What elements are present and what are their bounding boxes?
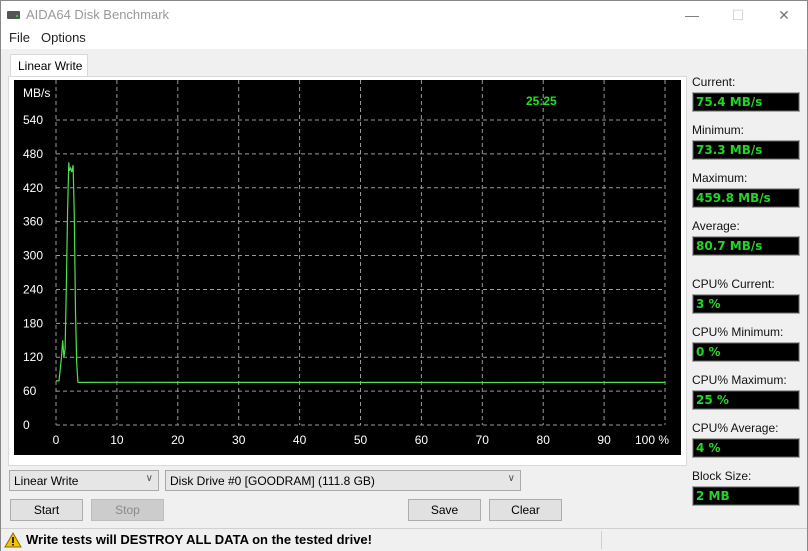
tab-label: Linear Write <box>18 59 83 73</box>
cpupct-minimum-label: CPU% Minimum: <box>692 325 784 339</box>
y-tick-label: 540 <box>23 113 43 127</box>
chevron-down-icon: ∨ <box>145 473 153 484</box>
save-button[interactable]: Save <box>408 499 481 521</box>
menu-bar: File Options <box>1 29 807 49</box>
cpupct-maximum-value-box: 25 % <box>692 390 800 410</box>
average-label: Average: <box>692 219 740 233</box>
y-tick-label: 0 <box>23 418 30 432</box>
chevron-down-icon: ∨ <box>507 473 515 484</box>
y-tick-label: 120 <box>23 350 43 364</box>
minimum-value: 73.3 MB/s <box>696 143 763 157</box>
drive-value: Disk Drive #0 [GOODRAM] (111.8 GB) <box>170 474 375 488</box>
y-axis-label: MB/s <box>23 86 50 100</box>
minimum-label: Minimum: <box>692 123 745 137</box>
drive-select[interactable]: Disk Drive #0 [GOODRAM] (111.8 GB) ∨ <box>165 470 521 491</box>
maximize-button[interactable]: ☐ <box>715 1 761 29</box>
status-bar: Write tests will DESTROY ALL DATA on the… <box>1 528 807 551</box>
destroy-data-warning: Write tests will DESTROY ALL DATA on the… <box>26 532 372 547</box>
maximum-value-box: 459.8 MB/s <box>692 188 800 208</box>
x-tick-label: 0 <box>53 433 60 447</box>
cpupct-current-value-box: 3 % <box>692 294 800 314</box>
maximum-label: Maximum: <box>692 171 748 185</box>
test-type-select[interactable]: Linear Write ∨ <box>9 470 159 491</box>
y-tick-label: 480 <box>23 147 43 161</box>
start-button[interactable]: Start <box>10 499 83 521</box>
cpupct-average-label: CPU% Average: <box>692 421 779 435</box>
x-tick-label: 80 <box>537 433 551 447</box>
minimize-button[interactable]: — <box>669 1 715 29</box>
cpupct-minimum-value: 0 % <box>696 345 721 359</box>
cpupct-average-value: 4 % <box>696 441 721 455</box>
aida64-disk-benchmark-window: AIDA64 Disk Benchmark — ☐ ✕ File Options… <box>0 0 808 551</box>
y-tick-label: 240 <box>23 282 43 296</box>
maximum-value: 459.8 MB/s <box>696 191 771 205</box>
minimum-value-box: 73.3 MB/s <box>692 140 800 160</box>
chart-svg: 0 60 120 180 240 300 360 420 480 540 0 10 20 30 40 50 6… <box>23 80 669 447</box>
tab-linear-write[interactable]: Linear Write <box>10 54 88 77</box>
x-tick-label: 70 <box>476 433 490 447</box>
y-tick-label: 180 <box>23 316 43 330</box>
cpupct-maximum-label: CPU% Maximum: <box>692 373 787 387</box>
x-tick-label: 40 <box>293 433 307 447</box>
x-tick-label: 50 <box>354 433 368 447</box>
menu-options[interactable]: Options <box>41 30 86 45</box>
window-title: AIDA64 Disk Benchmark <box>26 7 170 22</box>
cpupct-current-value: 3 % <box>696 297 721 311</box>
stop-button[interactable]: Stop <box>91 499 164 521</box>
menu-file[interactable]: File <box>9 30 30 45</box>
average-value-box: 80.7 MB/s <box>692 236 800 256</box>
x-tick-label: 60 <box>415 433 429 447</box>
x-tick-label: 10 <box>110 433 124 447</box>
elapsed-timer: 25:25 <box>526 94 557 108</box>
current-label: Current: <box>692 75 736 89</box>
current-value: 75.4 MB/s <box>696 95 763 109</box>
x-tick-label: 30 <box>232 433 246 447</box>
block-size-label: Block Size: <box>692 469 752 483</box>
x-tick-label: 20 <box>171 433 185 447</box>
y-tick-label: 420 <box>23 181 43 195</box>
warning-icon <box>4 532 22 548</box>
title-bar: AIDA64 Disk Benchmark — ☐ ✕ <box>1 1 807 29</box>
cpupct-maximum-value: 25 % <box>696 393 729 407</box>
test-type-value: Linear Write <box>14 474 79 488</box>
status-separator <box>601 531 602 549</box>
cpupct-current-label: CPU% Current: <box>692 277 775 291</box>
block-size-value-box: 2 MB <box>692 486 800 506</box>
current-value-box: 75.4 MB/s <box>692 92 800 112</box>
x-tick-label: 90 <box>597 433 611 447</box>
average-value: 80.7 MB/s <box>696 239 763 253</box>
y-tick-label: 60 <box>23 384 37 398</box>
close-button[interactable]: ✕ <box>761 1 807 29</box>
x-tick-label: 100 % <box>635 433 669 447</box>
block-size-value: 2 MB <box>696 489 730 503</box>
cpupct-average-value-box: 4 % <box>692 438 800 458</box>
y-tick-label: 360 <box>23 215 43 229</box>
y-tick-label: 300 <box>23 249 43 263</box>
cpupct-minimum-value-box: 0 % <box>692 342 800 362</box>
clear-button[interactable]: Clear <box>489 499 562 521</box>
benchmark-chart: 0 60 120 180 240 300 360 420 480 540 0 10 20 30 40 50 6… <box>14 80 681 455</box>
disk-drive-icon <box>7 11 20 19</box>
